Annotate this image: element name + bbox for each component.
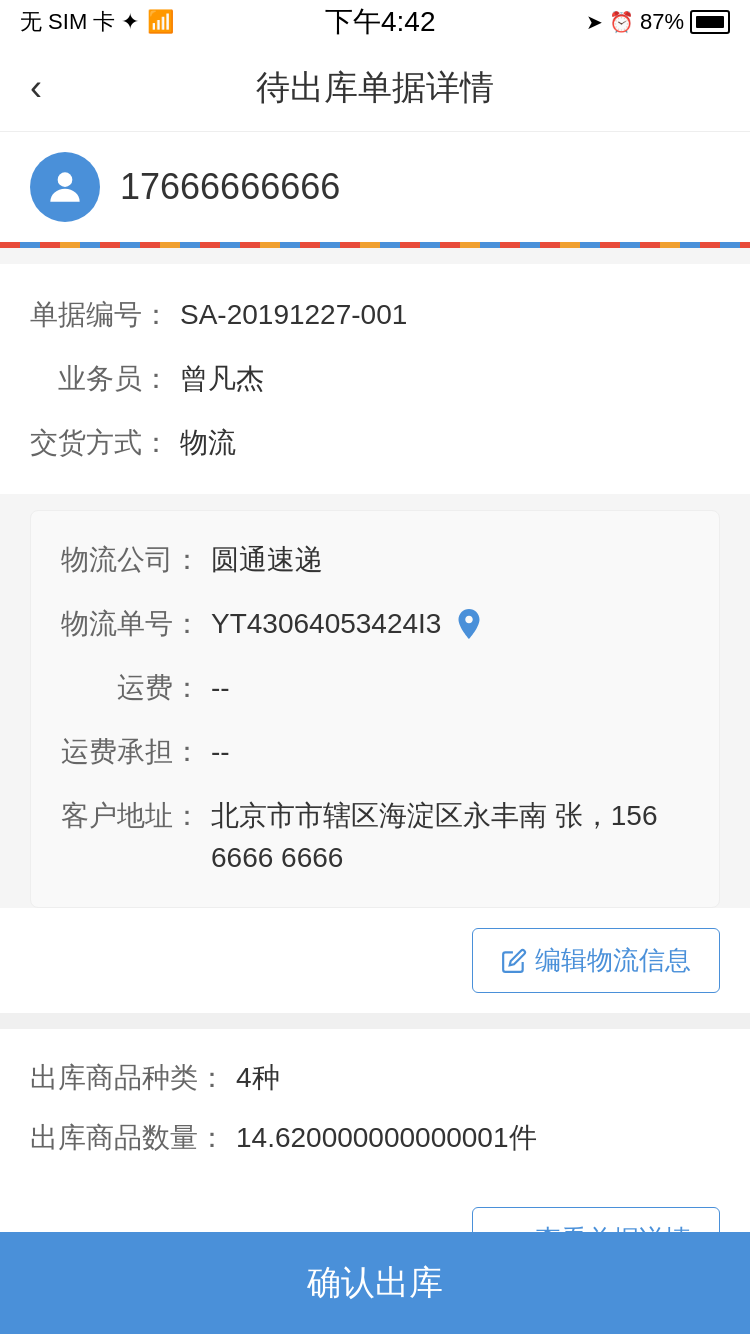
edit-logistics-button[interactable]: 编辑物流信息	[472, 928, 720, 993]
logistics-tracking-label: 物流单号：	[61, 603, 201, 645]
logistics-company-row: 物流公司： 圆通速递	[61, 539, 689, 581]
confirm-button-label: 确认出库	[307, 1263, 443, 1301]
nav-bar: ‹ 待出库单据详情	[0, 44, 750, 132]
edit-logistics-section: 编辑物流信息	[0, 908, 750, 1013]
address-value: 北京市市辖区海淀区永丰南 张，156 6666 6666	[211, 795, 689, 879]
freight-bearer-row: 运费承担： --	[61, 731, 689, 773]
user-icon	[43, 165, 87, 209]
order-number-value: SA-20191227-001	[180, 294, 720, 336]
address-label: 客户地址：	[61, 795, 201, 837]
freight-bearer-label: 运费承担：	[61, 731, 201, 773]
goods-quantity-value: 14.620000000000001件	[236, 1119, 537, 1157]
delivery-label: 交货方式：	[30, 422, 170, 464]
status-bar: 无 SIM 卡 ✦ 📶 下午4:42 ➤ ⏰ 87%	[0, 0, 750, 44]
salesperson-label: 业务员：	[30, 358, 170, 400]
map-location-icon[interactable]	[451, 606, 487, 642]
alarm-icon: ⏰	[609, 10, 634, 34]
goods-types-label: 出库商品种类：	[30, 1059, 226, 1097]
freight-label: 运费：	[61, 667, 201, 709]
freight-bearer-value: --	[211, 731, 689, 773]
wifi-icon: 📶	[147, 9, 174, 35]
goods-quantity-row: 出库商品数量： 14.620000000000001件	[30, 1119, 720, 1157]
logistics-tracking-row: 物流单号： YT43064053424I3	[61, 603, 689, 645]
logistics-company-value: 圆通速递	[211, 539, 689, 581]
battery-icon	[690, 10, 730, 34]
dashed-divider	[0, 242, 750, 248]
edit-logistics-label: 编辑物流信息	[535, 943, 691, 978]
avatar	[30, 152, 100, 222]
order-number-row: 单据编号： SA-20191227-001	[30, 294, 720, 336]
confirm-button[interactable]: 确认出库	[0, 1232, 750, 1334]
status-right: ➤ ⏰ 87%	[586, 9, 730, 35]
back-button[interactable]: ‹	[30, 67, 42, 109]
customer-header: 17666666666	[0, 132, 750, 242]
goods-types-value: 4种	[236, 1059, 280, 1097]
page-title: 待出库单据详情	[256, 65, 494, 111]
salesperson-value: 曾凡杰	[180, 358, 720, 400]
goods-quantity-label: 出库商品数量：	[30, 1119, 226, 1157]
delivery-row: 交货方式： 物流	[30, 422, 720, 464]
delivery-value: 物流	[180, 422, 720, 464]
logistics-tracking-value: YT43064053424I3	[211, 603, 689, 645]
svg-point-0	[58, 172, 73, 187]
goods-section: 出库商品种类： 4种 出库商品数量： 14.620000000000001件	[0, 1029, 750, 1187]
edit-icon	[501, 948, 527, 974]
section-divider	[0, 1013, 750, 1029]
location-status-icon: ➤	[586, 10, 603, 34]
order-info-section: 单据编号： SA-20191227-001 业务员： 曾凡杰 交货方式： 物流	[0, 264, 750, 494]
goods-types-row: 出库商品种类： 4种	[30, 1059, 720, 1097]
status-left: 无 SIM 卡 ✦ 📶	[20, 7, 174, 37]
address-row: 客户地址： 北京市市辖区海淀区永丰南 张，156 6666 6666	[61, 795, 689, 879]
freight-row: 运费： --	[61, 667, 689, 709]
freight-value: --	[211, 667, 689, 709]
sim-text: 无 SIM 卡 ✦	[20, 7, 139, 37]
battery-text: 87%	[640, 9, 684, 35]
logistics-company-label: 物流公司：	[61, 539, 201, 581]
logistics-card: 物流公司： 圆通速递 物流单号： YT43064053424I3 运费： -- …	[30, 510, 720, 908]
status-time: 下午4:42	[325, 3, 436, 41]
customer-phone: 17666666666	[120, 166, 340, 208]
order-number-label: 单据编号：	[30, 294, 170, 336]
salesperson-row: 业务员： 曾凡杰	[30, 358, 720, 400]
